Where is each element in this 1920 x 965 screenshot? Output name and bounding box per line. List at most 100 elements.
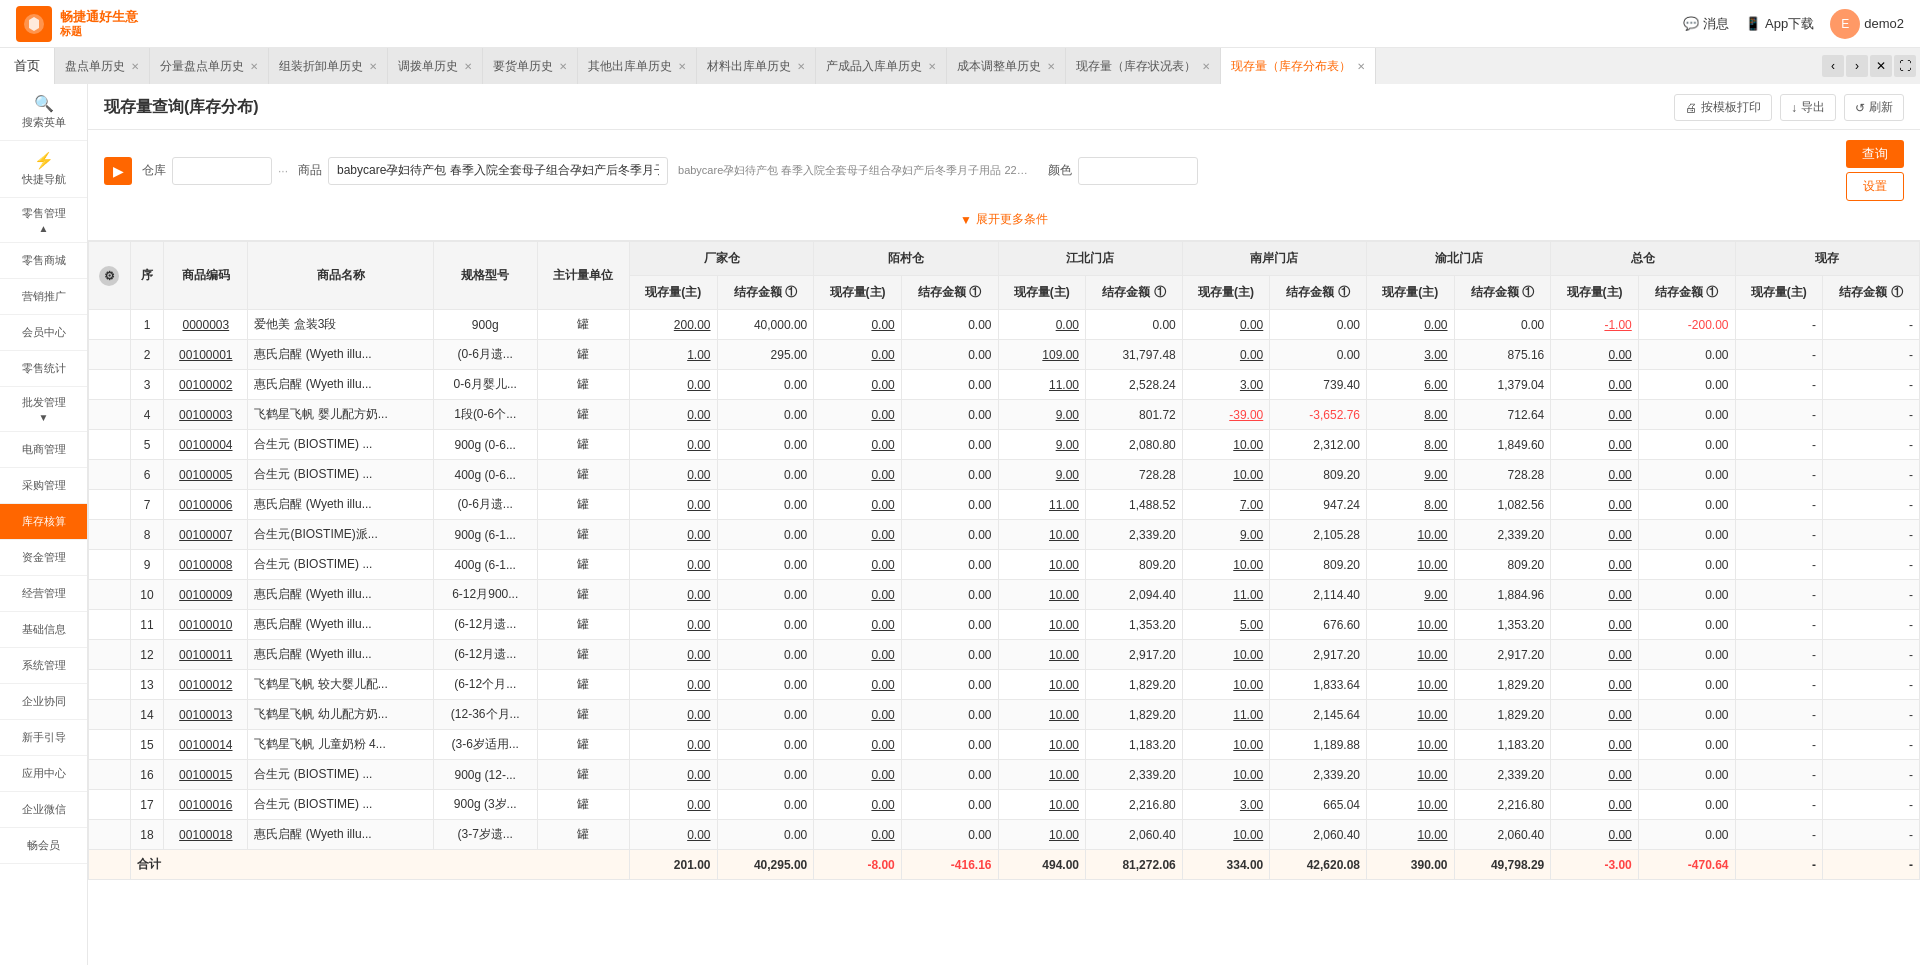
cell-total-qty[interactable]: 0.00: [1551, 640, 1638, 670]
tab-home[interactable]: 首页: [0, 48, 55, 84]
cell-mucun-qty[interactable]: 0.00: [814, 580, 901, 610]
cell-total-qty[interactable]: 0.00: [1551, 730, 1638, 760]
cell-code[interactable]: 00100006: [164, 490, 248, 520]
cell-yubei-qty[interactable]: 9.00: [1367, 580, 1454, 610]
tab-close-icon[interactable]: ✕: [678, 61, 686, 72]
cell-code[interactable]: 00100009: [164, 580, 248, 610]
sidebar-item-basic-info[interactable]: 基础信息: [0, 612, 87, 648]
warehouse-more-icon[interactable]: ···: [278, 164, 288, 178]
sidebar-item-wholesale[interactable]: 批发管理 ▼: [0, 387, 87, 432]
tab-chancheng[interactable]: 产成品入库单历史 ✕: [816, 48, 947, 84]
export-btn[interactable]: ↓ 导出: [1780, 94, 1836, 121]
tab-close-icon[interactable]: ✕: [1357, 61, 1365, 72]
tab-xiancunl-kuangkuang[interactable]: 现存量（库存状况表） ✕: [1066, 48, 1221, 84]
cell-nanan-qty[interactable]: 0.00: [1182, 340, 1269, 370]
cell-factory-qty[interactable]: 0.00: [630, 640, 717, 670]
sidebar-item-system[interactable]: 系统管理: [0, 648, 87, 684]
settings-icon[interactable]: ⚙: [99, 266, 119, 286]
cell-total-qty[interactable]: 0.00: [1551, 400, 1638, 430]
cell-jiangbei-qty[interactable]: 9.00: [998, 460, 1085, 490]
cell-mucun-qty[interactable]: 0.00: [814, 520, 901, 550]
cell-jiangbei-qty[interactable]: 10.00: [998, 730, 1085, 760]
sidebar-item-finance[interactable]: 资金管理: [0, 540, 87, 576]
cell-factory-qty[interactable]: 200.00: [630, 310, 717, 340]
cell-factory-qty[interactable]: 0.00: [630, 490, 717, 520]
cell-yubei-qty[interactable]: 10.00: [1367, 700, 1454, 730]
tab-zuzhuang[interactable]: 组装折卸单历史 ✕: [269, 48, 388, 84]
cell-yubei-qty[interactable]: 10.00: [1367, 820, 1454, 850]
cell-jiangbei-qty[interactable]: 11.00: [998, 370, 1085, 400]
cell-jiangbei-qty[interactable]: 11.00: [998, 490, 1085, 520]
tab-close-icon[interactable]: ✕: [928, 61, 936, 72]
print-btn[interactable]: 🖨 按模板打印: [1674, 94, 1772, 121]
cell-mucun-qty[interactable]: 0.00: [814, 370, 901, 400]
search-btn[interactable]: 查询: [1846, 140, 1904, 168]
cell-code[interactable]: 00100001: [164, 340, 248, 370]
cell-nanan-qty[interactable]: 10.00: [1182, 730, 1269, 760]
cell-factory-qty[interactable]: 0.00: [630, 580, 717, 610]
cell-factory-qty[interactable]: 0.00: [630, 400, 717, 430]
refresh-btn[interactable]: ↺ 刷新: [1844, 94, 1904, 121]
cell-total-qty[interactable]: 0.00: [1551, 460, 1638, 490]
cell-code[interactable]: 0000003: [164, 310, 248, 340]
cell-factory-qty[interactable]: 0.00: [630, 370, 717, 400]
cell-mucun-qty[interactable]: 0.00: [814, 610, 901, 640]
cell-nanan-qty[interactable]: 11.00: [1182, 700, 1269, 730]
cell-jiangbei-qty[interactable]: 9.00: [998, 430, 1085, 460]
cell-factory-qty[interactable]: 0.00: [630, 550, 717, 580]
cell-total-qty[interactable]: 0.00: [1551, 790, 1638, 820]
cell-factory-qty[interactable]: 0.00: [630, 430, 717, 460]
cell-mucun-qty[interactable]: 0.00: [814, 400, 901, 430]
cell-factory-qty[interactable]: 0.00: [630, 790, 717, 820]
expand-conditions-btn[interactable]: ▼ 展开更多条件: [104, 209, 1904, 230]
cell-total-qty[interactable]: 0.00: [1551, 550, 1638, 580]
sidebar-item-retail-mall[interactable]: 零售商城: [0, 243, 87, 279]
cell-yubei-qty[interactable]: 9.00: [1367, 460, 1454, 490]
cell-total-qty[interactable]: 0.00: [1551, 370, 1638, 400]
tab-yaohuo[interactable]: 要货单历史 ✕: [483, 48, 578, 84]
cell-code[interactable]: 00100016: [164, 790, 248, 820]
cell-nanan-qty[interactable]: 3.00: [1182, 370, 1269, 400]
filter-toggle-btn[interactable]: ▶: [104, 157, 132, 185]
cell-nanan-qty[interactable]: 10.00: [1182, 760, 1269, 790]
tabs-expand-btn[interactable]: ⛶: [1894, 55, 1916, 77]
cell-nanan-qty[interactable]: 0.00: [1182, 310, 1269, 340]
cell-jiangbei-qty[interactable]: 10.00: [998, 760, 1085, 790]
sidebar-item-purchase[interactable]: 采购管理: [0, 468, 87, 504]
tab-pandian[interactable]: 盘点单历史 ✕: [55, 48, 150, 84]
tab-diaobao[interactable]: 调拨单历史 ✕: [388, 48, 483, 84]
cell-yubei-qty[interactable]: 10.00: [1367, 640, 1454, 670]
user-menu[interactable]: E demo2: [1830, 9, 1904, 39]
cell-total-qty[interactable]: 0.00: [1551, 520, 1638, 550]
cell-factory-qty[interactable]: 0.00: [630, 820, 717, 850]
cell-jiangbei-qty[interactable]: 10.00: [998, 610, 1085, 640]
tab-close-icon[interactable]: ✕: [131, 61, 139, 72]
cell-total-qty[interactable]: 0.00: [1551, 820, 1638, 850]
sidebar-item-operations[interactable]: 经营管理: [0, 576, 87, 612]
cell-code[interactable]: 00100013: [164, 700, 248, 730]
sidebar-item-retail-stats[interactable]: 零售统计: [0, 351, 87, 387]
cell-factory-qty[interactable]: 0.00: [630, 730, 717, 760]
tabs-prev-btn[interactable]: ‹: [1822, 55, 1844, 77]
cell-code[interactable]: 00100008: [164, 550, 248, 580]
message-btn[interactable]: 💬 消息: [1683, 15, 1729, 33]
cell-yubei-qty[interactable]: 10.00: [1367, 670, 1454, 700]
tab-fenliang[interactable]: 分量盘点单历史 ✕: [150, 48, 269, 84]
cell-code[interactable]: 00100002: [164, 370, 248, 400]
cell-nanan-qty[interactable]: 10.00: [1182, 640, 1269, 670]
cell-jiangbei-qty[interactable]: 10.00: [998, 820, 1085, 850]
tab-cailiao[interactable]: 材料出库单历史 ✕: [697, 48, 816, 84]
tab-close-icon[interactable]: ✕: [250, 61, 258, 72]
sidebar-item-enterprise[interactable]: 企业协同: [0, 684, 87, 720]
cell-mucun-qty[interactable]: 0.00: [814, 340, 901, 370]
cell-nanan-qty[interactable]: 3.00: [1182, 790, 1269, 820]
cell-yubei-qty[interactable]: 10.00: [1367, 760, 1454, 790]
cell-mucun-qty[interactable]: 0.00: [814, 670, 901, 700]
cell-code[interactable]: 00100004: [164, 430, 248, 460]
cell-code[interactable]: 00100010: [164, 610, 248, 640]
cell-total-qty[interactable]: 0.00: [1551, 490, 1638, 520]
sidebar-quick-nav[interactable]: ⚡ 快捷导航: [0, 141, 87, 198]
tabs-next-btn[interactable]: ›: [1846, 55, 1868, 77]
sidebar-item-inventory[interactable]: 库存核算: [0, 504, 87, 540]
cell-factory-qty[interactable]: 0.00: [630, 610, 717, 640]
